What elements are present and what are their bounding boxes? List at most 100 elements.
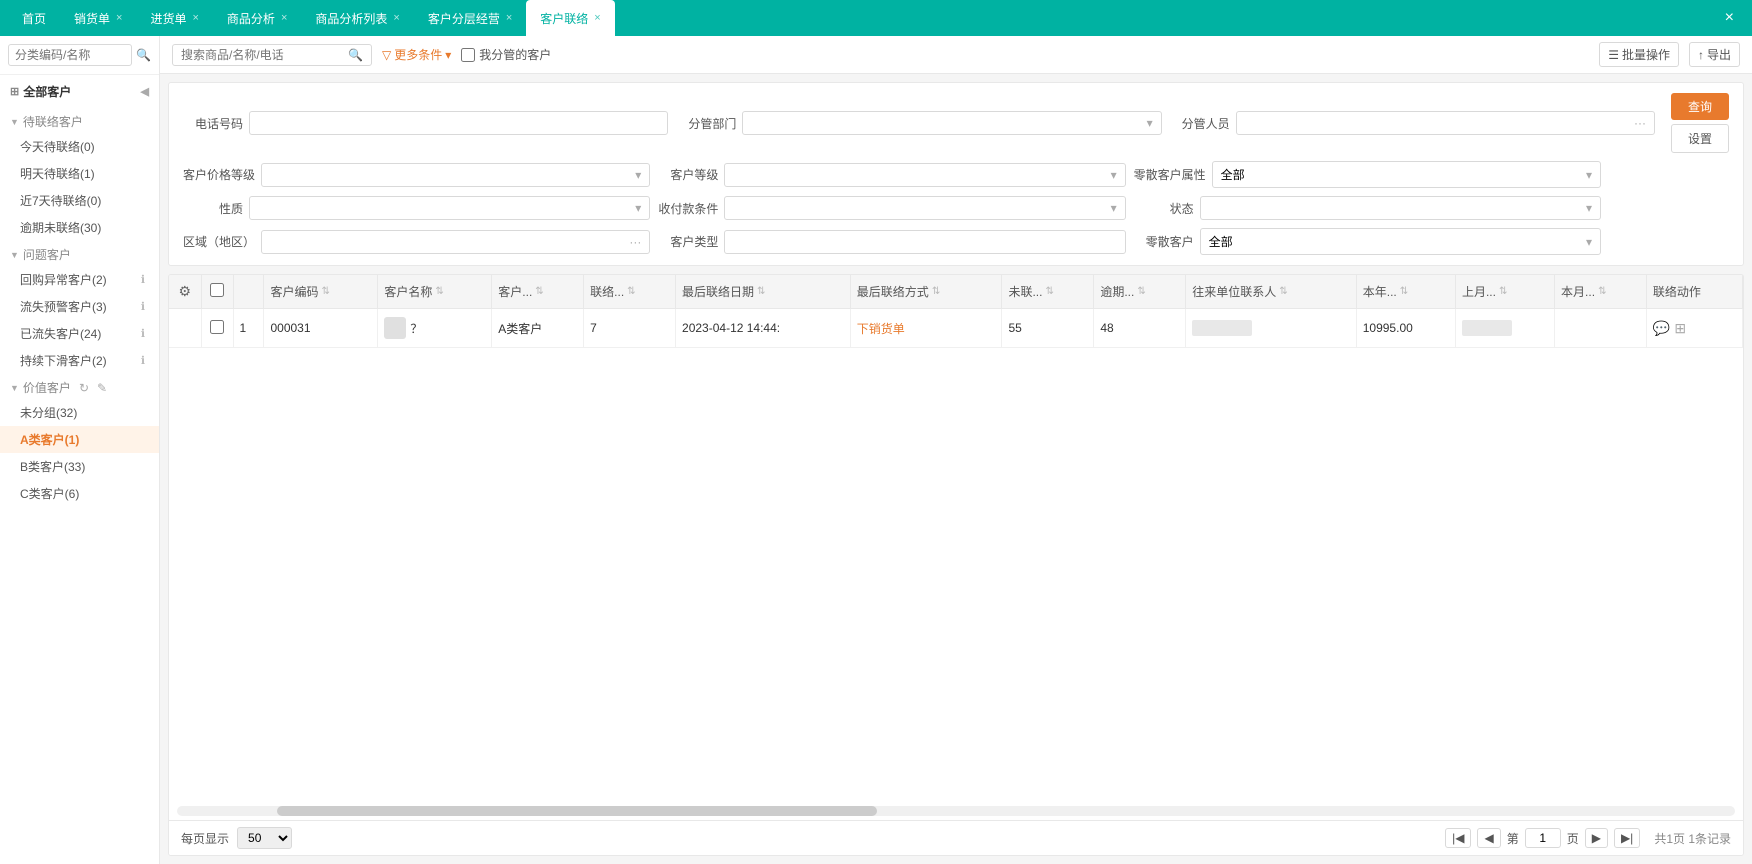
export-button[interactable]: ↑ 导出	[1689, 42, 1740, 67]
row-uncontacted: 55	[1002, 309, 1094, 348]
chevron-down-icon: ▾	[635, 168, 641, 182]
customer-level-select[interactable]: ▾	[724, 163, 1125, 187]
last-way-link[interactable]: 下销货单	[857, 322, 905, 336]
info-icon[interactable]: ℹ	[141, 300, 145, 313]
query-button[interactable]: 查询	[1671, 93, 1729, 120]
page-number-input[interactable]	[1525, 828, 1561, 848]
phone-input[interactable]	[249, 111, 668, 135]
close-icon[interactable]: ×	[116, 12, 122, 24]
nav-tab-home[interactable]: 首页	[8, 0, 60, 36]
nav-tab-purchase[interactable]: 进货单 ×	[136, 0, 212, 36]
sidebar-item-class-a[interactable]: A类客户(1)	[0, 426, 159, 453]
nature-select[interactable]: ▾	[249, 196, 650, 220]
info-icon[interactable]: ℹ	[141, 354, 145, 367]
last-page-button[interactable]: ▶|	[1614, 828, 1640, 848]
sidebar-item-declining[interactable]: 持续下滑客户(2) ℹ	[0, 347, 159, 374]
sidebar-item-overdue-contact[interactable]: 逾期未联络(30)	[0, 214, 159, 241]
sort-icon[interactable]: ⇅	[627, 286, 635, 297]
sidebar-search-icon[interactable]: 🔍	[136, 48, 151, 62]
retail-select[interactable]: 全部 ▾	[1200, 228, 1601, 255]
select-all-checkbox[interactable]	[210, 283, 224, 297]
nav-tab-customer-contact[interactable]: 客户联络 ×	[526, 0, 614, 36]
sidebar-search-input[interactable]	[8, 44, 132, 66]
sort-icon[interactable]: ⇅	[1499, 286, 1507, 297]
qr-icon[interactable]: ⊞	[1674, 320, 1686, 337]
chevron-down-icon: ▾	[1586, 201, 1592, 215]
sort-icon[interactable]: ⇅	[321, 286, 329, 297]
close-window-icon[interactable]: ×	[1715, 9, 1744, 27]
sidebar-item-unclassified[interactable]: 未分组(32)	[0, 399, 159, 426]
sidebar-item-churn-warning[interactable]: 流失预警客户(3) ℹ	[0, 293, 159, 320]
column-settings-button[interactable]: ⚙	[178, 283, 191, 300]
close-icon[interactable]: ×	[594, 12, 600, 24]
sort-icon[interactable]: ⇅	[1137, 286, 1145, 297]
filter-row-2: 客户价格等级 ▾ 客户等级 ▾ 零散客户属性 全部	[183, 161, 1729, 188]
message-icon[interactable]: 💬	[1653, 320, 1670, 337]
close-icon[interactable]: ×	[506, 12, 512, 24]
scrollbar-thumb[interactable]	[277, 806, 877, 816]
close-icon[interactable]: ×	[393, 12, 399, 24]
sidebar: 🔍 ⊞ 全部客户 ◀ ▼ 待联络客户 今天待联络(0) 明天待联络(1) 近7天…	[0, 36, 160, 864]
horizontal-scrollbar[interactable]	[177, 806, 1735, 816]
region-select[interactable]: ···	[261, 230, 650, 254]
sort-icon[interactable]: ⇅	[1598, 286, 1606, 297]
chevron-down-icon: ▾	[1147, 116, 1153, 130]
close-icon[interactable]: ×	[281, 12, 287, 24]
row-select-checkbox[interactable]	[210, 320, 224, 334]
sort-icon[interactable]: ⇅	[1045, 286, 1053, 297]
person-select[interactable]: ···	[1236, 111, 1655, 135]
sort-icon[interactable]: ⇅	[932, 286, 940, 297]
info-icon[interactable]: ℹ	[141, 327, 145, 340]
payment-select[interactable]: ▾	[724, 196, 1125, 220]
sidebar-item-churned[interactable]: 已流失客户(24) ℹ	[0, 320, 159, 347]
toolbar-search-input[interactable]	[181, 48, 348, 62]
close-icon[interactable]: ×	[192, 12, 198, 24]
sort-icon[interactable]: ⇅	[757, 286, 765, 297]
retail-attr-select[interactable]: 全部 ▾	[1212, 161, 1601, 188]
sort-icon[interactable]: ⇅	[435, 286, 443, 297]
top-navigation: 首页 销货单 × 进货单 × 商品分析 × 商品分析列表 × 客户分层经营 × …	[0, 0, 1752, 36]
nav-tab-sales[interactable]: 销货单 ×	[60, 0, 136, 36]
info-icon[interactable]: ℹ	[141, 273, 145, 286]
nav-tab-analysis-list[interactable]: 商品分析列表 ×	[301, 0, 413, 36]
sidebar-item-week-pending[interactable]: 近7天待联络(0)	[0, 187, 159, 214]
per-page-select[interactable]: 50 100 200	[237, 827, 292, 849]
sidebar-item-tomorrow-pending[interactable]: 明天待联络(1)	[0, 160, 159, 187]
nav-tab-customer-segment[interactable]: 客户分层经营 ×	[414, 0, 526, 36]
row-name: ？	[378, 309, 492, 348]
table-container[interactable]: ⚙ 客户编码 ⇅	[169, 275, 1743, 806]
per-page-label: 每页显示	[181, 830, 229, 847]
sidebar-item-class-b[interactable]: B类客户(33)	[0, 453, 159, 480]
main-layout: 🔍 ⊞ 全部客户 ◀ ▼ 待联络客户 今天待联络(0) 明天待联络(1) 近7天…	[0, 36, 1752, 864]
more-conditions-button[interactable]: ▽ 更多条件 ▾	[382, 46, 451, 63]
col-seq	[233, 275, 264, 309]
my-customers-check[interactable]	[461, 48, 475, 62]
search-icon[interactable]: 🔍	[348, 48, 363, 62]
col-this-year: 本年... ⇅	[1356, 275, 1455, 309]
row-last-way[interactable]: 下销货单	[850, 309, 1002, 348]
row-seq: 1	[233, 309, 264, 348]
collapse-icon[interactable]: ◀	[141, 85, 149, 98]
price-level-select[interactable]: ▾	[261, 163, 650, 187]
customer-type-input[interactable]	[724, 230, 1125, 254]
prev-page-button[interactable]: ◀	[1477, 828, 1500, 848]
sidebar-item-today-pending[interactable]: 今天待联络(0)	[0, 133, 159, 160]
sidebar-all-customers[interactable]: ⊞ 全部客户 ◀	[0, 75, 159, 108]
refresh-icon[interactable]: ↻	[79, 381, 89, 395]
sort-icon[interactable]: ⇅	[535, 286, 543, 297]
my-customers-checkbox[interactable]: 我分管的客户	[461, 46, 551, 63]
sidebar-item-class-c[interactable]: C类客户(6)	[0, 480, 159, 507]
sidebar-item-repurchase-abnormal[interactable]: 回购异常客户(2) ℹ	[0, 266, 159, 293]
next-page-button[interactable]: ▶	[1585, 828, 1608, 848]
sort-icon[interactable]: ⇅	[1400, 286, 1408, 297]
export-icon: ↑	[1698, 48, 1704, 62]
batch-op-button[interactable]: ☰ 批量操作	[1599, 42, 1679, 67]
status-select[interactable]: ▾	[1200, 196, 1601, 220]
first-page-button[interactable]: |◀	[1445, 828, 1471, 848]
dept-select[interactable]: ▾	[742, 111, 1161, 135]
settings-button[interactable]: 设置	[1671, 124, 1729, 153]
sort-icon[interactable]: ⇅	[1279, 286, 1287, 297]
col-contact: 联络... ⇅	[584, 275, 676, 309]
edit-icon[interactable]: ✎	[97, 381, 107, 395]
nav-tab-analysis[interactable]: 商品分析 ×	[213, 0, 301, 36]
